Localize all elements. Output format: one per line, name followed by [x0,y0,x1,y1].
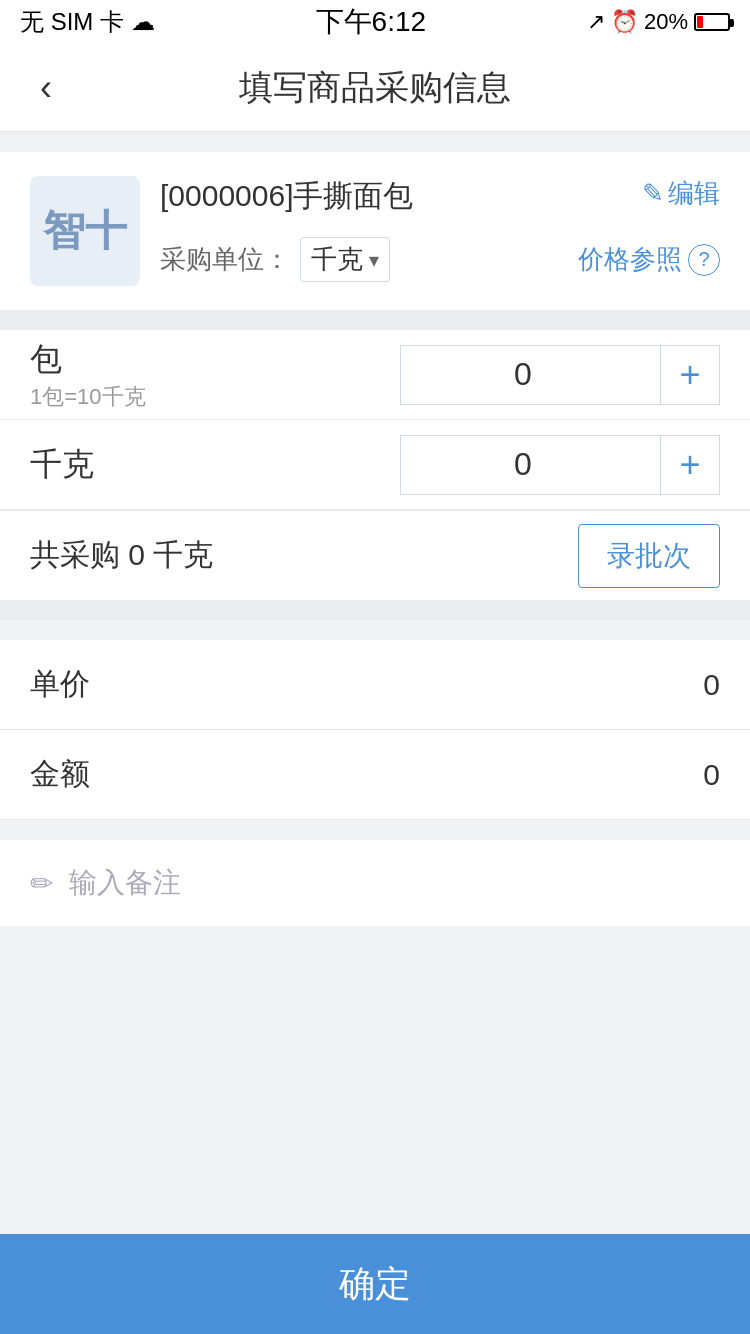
location-icon: ↗ [587,9,605,35]
bao-quantity-input[interactable] [400,345,660,405]
bao-label-sub: 1包=10千克 [30,382,150,412]
product-header: [0000006]手撕面包 ✎ 编辑 [160,176,720,217]
status-left: 无 SIM 卡 ☁ [20,6,155,38]
amount-row: 金额 0 [0,730,750,820]
edit-label: 编辑 [668,176,720,211]
status-bar: 无 SIM 卡 ☁ 下午6:12 ↗ ⏰ 20% [0,0,750,44]
section-divider-2 [0,600,750,620]
unit-price-row: 单价 0 [0,640,750,730]
unit-label: 采购单位： [160,242,290,277]
product-unit-row: 采购单位： 千克 ▾ 价格参照 ? [160,237,720,282]
alarm-icon: ⏰ [611,9,638,35]
pencil-icon: ✏ [30,867,53,900]
amount-label: 金额 [30,754,90,795]
product-image: 智十 [30,176,140,286]
bottom-spacer [0,926,750,1260]
amount-value: 0 [703,758,720,792]
confirm-button[interactable]: 确定 [0,1234,750,1334]
nav-bar: ‹ 填写商品采购信息 [0,44,750,132]
status-time: 下午6:12 [316,3,427,41]
unit-value: 千克 [311,242,363,277]
price-section: 单价 0 金额 0 [0,640,750,820]
kg-quantity-input[interactable] [400,435,660,495]
help-icon: ? [688,244,720,276]
unit-selector[interactable]: 采购单位： 千克 ▾ [160,237,390,282]
back-button[interactable]: ‹ [30,57,62,119]
battery-percent: 20% [644,9,688,35]
bao-input-group: + [150,345,720,405]
bao-label-main: 包 [30,338,150,382]
unit-price-label: 单价 [30,664,90,705]
kg-plus-button[interactable]: + [660,435,720,495]
product-name: [0000006]手撕面包 [160,176,413,217]
unit-dropdown[interactable]: 千克 ▾ [300,237,390,282]
kg-label: 千克 [30,443,150,487]
edit-button[interactable]: ✎ 编辑 [642,176,720,211]
bao-row: 包 1包=10千克 + [0,330,750,420]
status-right: ↗ ⏰ 20% [587,9,730,35]
batch-button[interactable]: 录批次 [578,524,720,588]
kg-label-main: 千克 [30,443,150,487]
price-ref-button[interactable]: 价格参照 ? [578,242,720,277]
kg-row: 千克 + [0,420,750,510]
bao-plus-button[interactable]: + [660,345,720,405]
notes-placeholder: 输入备注 [69,864,181,902]
price-ref-label: 价格参照 [578,242,682,277]
edit-icon: ✎ [642,178,664,209]
input-section: 包 1包=10千克 + 千克 + [0,330,750,510]
product-card: 智十 [0000006]手撕面包 ✎ 编辑 采购单位： 千克 ▾ 价格参照 ? [0,152,750,310]
kg-input-group: + [150,435,720,495]
section-divider-1 [0,310,750,330]
battery-icon [694,13,730,31]
notes-section[interactable]: ✏ 输入备注 [0,840,750,926]
summary-row: 共采购 0 千克 录批次 [0,510,750,600]
sim-status: 无 SIM 卡 ☁ [20,6,155,38]
unit-price-value: 0 [703,668,720,702]
page-title: 填写商品采购信息 [239,65,511,111]
chevron-down-icon: ▾ [369,248,379,272]
summary-text: 共采购 0 千克 [30,535,213,576]
bao-label: 包 1包=10千克 [30,338,150,412]
product-info: [0000006]手撕面包 ✎ 编辑 采购单位： 千克 ▾ 价格参照 ? [160,176,720,282]
product-logo: 智十 [43,203,127,259]
